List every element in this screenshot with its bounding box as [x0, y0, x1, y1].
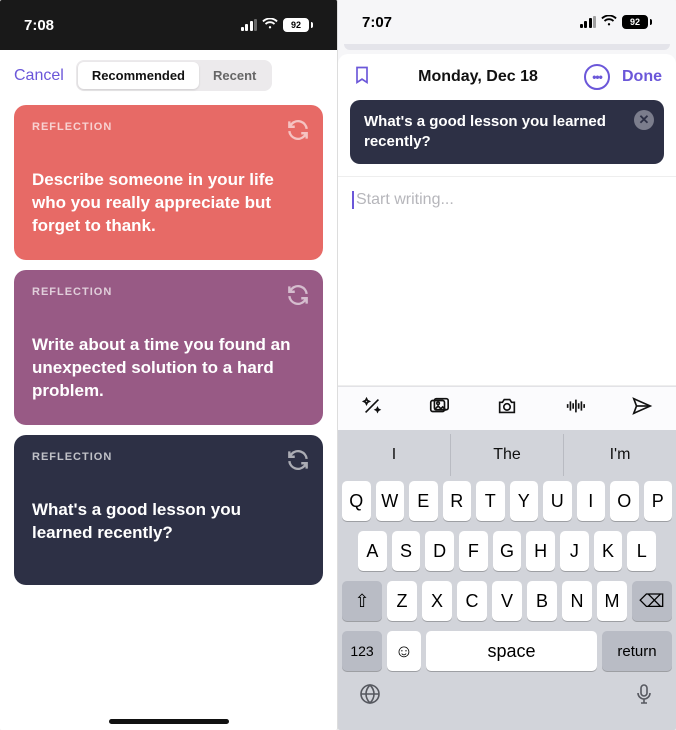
sheet-background-edge [344, 44, 670, 49]
keyboard-bottom [338, 676, 676, 730]
key-h[interactable]: H [526, 531, 555, 571]
key-backspace[interactable]: ⌫ [632, 581, 672, 621]
entry-date: Monday, Dec 18 [418, 68, 538, 86]
key-d[interactable]: D [425, 531, 454, 571]
key-a[interactable]: A [358, 531, 387, 571]
key-l[interactable]: L [627, 531, 656, 571]
key-o[interactable]: O [610, 481, 639, 521]
refresh-icon[interactable] [285, 447, 311, 473]
cellular-icon [241, 19, 258, 31]
home-indicator[interactable] [109, 719, 229, 724]
card-text: What's a good lesson you learned recentl… [32, 499, 305, 545]
battery-level: 92 [622, 15, 648, 29]
refresh-icon[interactable] [285, 282, 311, 308]
suggestion-bar: I The I'm [338, 434, 676, 476]
prompt-card[interactable]: REFLECTION Write about a time you found … [14, 270, 323, 425]
text-editor[interactable]: Start writing... [338, 176, 676, 386]
key-c[interactable]: C [457, 581, 487, 621]
prompt-card-list[interactable]: REFLECTION Describe someone in your life… [0, 99, 337, 591]
key-j[interactable]: J [560, 531, 589, 571]
globe-icon[interactable] [358, 682, 382, 712]
key-y[interactable]: Y [510, 481, 539, 521]
card-tag: REFLECTION [32, 286, 305, 298]
nav-bar: Cancel Recommended Recent [0, 50, 337, 99]
mic-icon[interactable] [632, 682, 656, 712]
status-time: 7:07 [362, 14, 392, 31]
key-shift[interactable]: ⇧ [342, 581, 382, 621]
cellular-icon [580, 16, 597, 28]
key-e[interactable]: E [409, 481, 438, 521]
tab-recommended[interactable]: Recommended [78, 62, 199, 89]
key-space[interactable]: space [426, 631, 597, 671]
key-r[interactable]: R [443, 481, 472, 521]
card-text: Write about a time you found an unexpect… [32, 334, 305, 403]
done-button[interactable]: Done [622, 68, 662, 86]
segmented-control: Recommended Recent [76, 60, 273, 91]
status-time: 7:08 [24, 17, 54, 34]
send-icon[interactable] [631, 395, 653, 422]
bookmark-icon[interactable] [352, 65, 372, 89]
prompt-pill-text: What's a good lesson you learned recentl… [364, 113, 606, 150]
key-p[interactable]: P [644, 481, 673, 521]
key-t[interactable]: T [476, 481, 505, 521]
audio-icon[interactable] [564, 395, 586, 422]
key-n[interactable]: N [562, 581, 592, 621]
key-m[interactable]: M [597, 581, 627, 621]
battery-icon: 92 [622, 15, 652, 29]
wifi-icon [601, 14, 617, 30]
key-row-3: ⇧ Z X C V B N M ⌫ [338, 576, 676, 626]
key-row-4: 123 ☺ space return [338, 626, 676, 676]
suggestion[interactable]: The [450, 434, 563, 476]
key-v[interactable]: V [492, 581, 522, 621]
editor-placeholder: Start writing... [356, 191, 454, 208]
key-x[interactable]: X [422, 581, 452, 621]
magic-icon[interactable] [361, 395, 383, 422]
key-q[interactable]: Q [342, 481, 371, 521]
close-icon[interactable]: ✕ [634, 110, 654, 130]
key-row-1: Q W E R T Y U I O P [338, 476, 676, 526]
battery-level: 92 [283, 18, 309, 32]
key-numbers[interactable]: 123 [342, 631, 382, 671]
cancel-button[interactable]: Cancel [14, 67, 64, 85]
key-g[interactable]: G [493, 531, 522, 571]
status-bar: 7:07 92 [338, 0, 676, 44]
text-cursor [352, 191, 354, 209]
key-s[interactable]: S [392, 531, 421, 571]
prompt-pill: What's a good lesson you learned recentl… [350, 100, 664, 165]
status-indicators: 92 [580, 14, 653, 30]
key-i[interactable]: I [577, 481, 606, 521]
key-z[interactable]: Z [387, 581, 417, 621]
suggestion[interactable]: I'm [563, 434, 676, 476]
key-k[interactable]: K [594, 531, 623, 571]
key-u[interactable]: U [543, 481, 572, 521]
wifi-icon [262, 17, 278, 33]
key-w[interactable]: W [376, 481, 405, 521]
prompt-card[interactable]: REFLECTION Describe someone in your life… [14, 105, 323, 260]
keyboard: I The I'm Q W E R T Y U I O P [338, 430, 676, 730]
battery-icon: 92 [283, 18, 313, 32]
key-b[interactable]: B [527, 581, 557, 621]
prompt-card[interactable]: REFLECTION What's a good lesson you lear… [14, 435, 323, 585]
phone-right: 7:07 92 [338, 0, 676, 730]
suggestion[interactable]: I [338, 434, 450, 476]
key-row-2: A S D F G H J K L [338, 526, 676, 576]
tab-recent[interactable]: Recent [199, 62, 270, 89]
phone-left: 7:08 92 Cancel Recommended Recent RE [0, 0, 338, 730]
camera-icon[interactable] [496, 395, 518, 422]
key-emoji[interactable]: ☺ [387, 631, 421, 671]
card-tag: REFLECTION [32, 451, 305, 463]
editor-toolbar [338, 386, 676, 430]
key-return[interactable]: return [602, 631, 672, 671]
card-text: Describe someone in your life who you re… [32, 169, 305, 238]
status-bar: 7:08 92 [0, 0, 337, 50]
refresh-icon[interactable] [285, 117, 311, 143]
card-tag: REFLECTION [32, 121, 305, 133]
key-f[interactable]: F [459, 531, 488, 571]
gallery-icon[interactable] [428, 395, 450, 422]
status-indicators: 92 [241, 17, 314, 33]
entry-header: Monday, Dec 18 ••• Done [338, 54, 676, 98]
more-menu-button[interactable]: ••• [584, 64, 610, 90]
